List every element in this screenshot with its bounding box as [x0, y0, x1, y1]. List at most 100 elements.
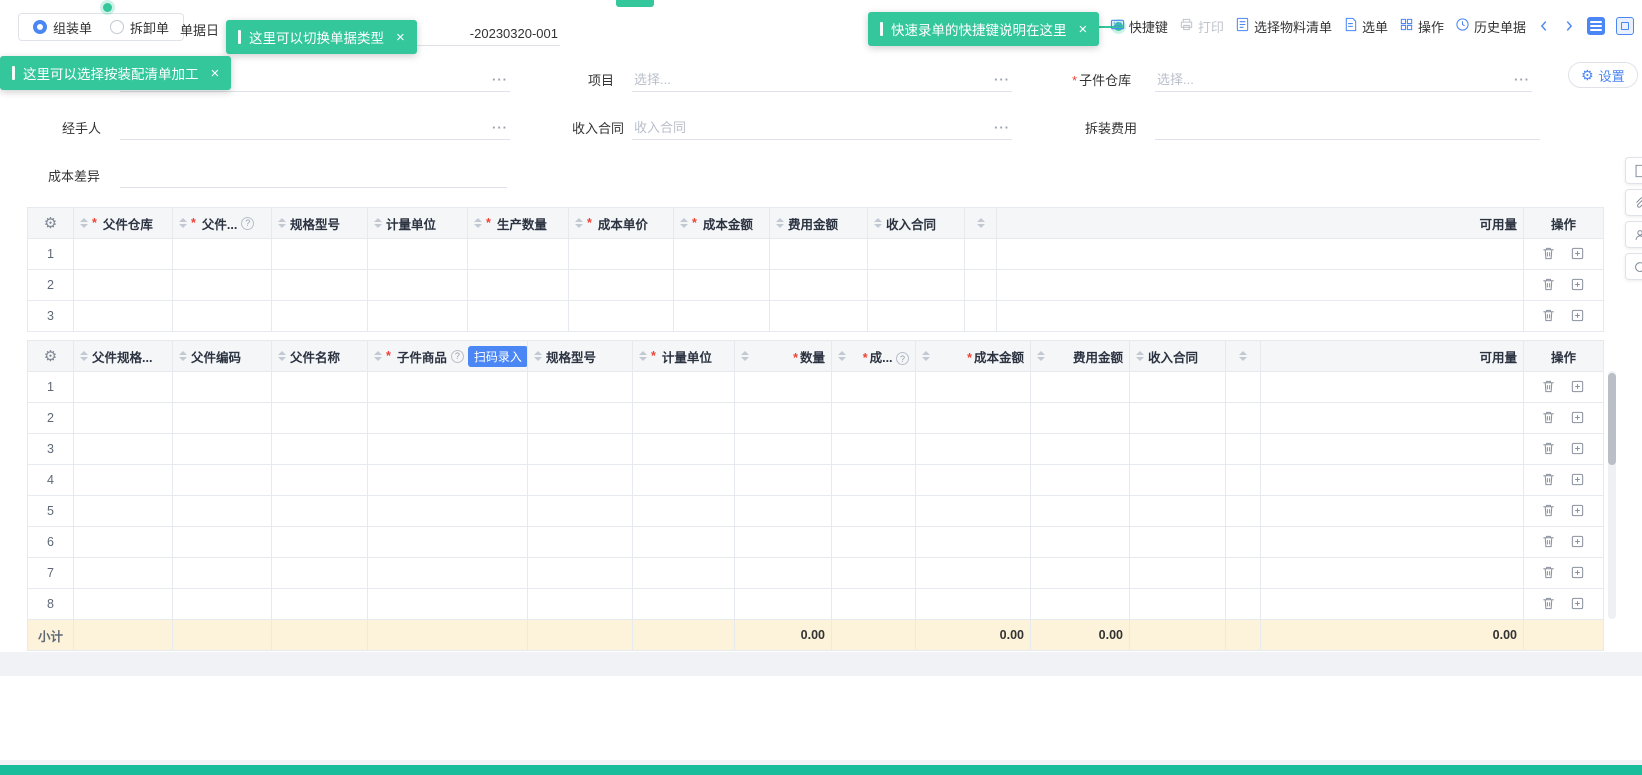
sort-icon[interactable] — [976, 218, 985, 228]
sort-icon[interactable] — [80, 351, 88, 361]
cell[interactable] — [632, 526, 735, 558]
insert-row-icon[interactable] — [1570, 472, 1586, 488]
sort-icon[interactable] — [179, 218, 187, 228]
cell[interactable] — [632, 557, 735, 589]
cell[interactable] — [172, 371, 272, 403]
delete-row-icon[interactable] — [1541, 596, 1557, 612]
cell[interactable] — [734, 495, 832, 527]
cell[interactable] — [527, 526, 633, 558]
child-warehouse-field[interactable] — [1155, 64, 1532, 92]
cell[interactable] — [73, 269, 173, 301]
delete-row-icon[interactable] — [1541, 246, 1557, 262]
more-options-icon[interactable] — [992, 120, 1012, 139]
cell[interactable] — [673, 269, 770, 301]
cell[interactable] — [915, 464, 1031, 496]
cell[interactable] — [467, 238, 569, 270]
cell[interactable] — [271, 495, 368, 527]
list-view-toggle[interactable] — [1587, 17, 1605, 35]
cell[interactable] — [172, 269, 272, 301]
help-icon[interactable] — [241, 216, 255, 230]
cell[interactable] — [1129, 464, 1226, 496]
cell[interactable] — [915, 526, 1031, 558]
scan-entry-badge[interactable]: 扫码录入 — [467, 345, 527, 367]
cell[interactable] — [769, 238, 868, 270]
vertical-scrollbar[interactable] — [1608, 371, 1616, 619]
cell[interactable] — [769, 269, 868, 301]
close-icon[interactable] — [1079, 22, 1088, 37]
cell[interactable] — [367, 238, 468, 270]
insert-row-icon[interactable] — [1570, 379, 1586, 395]
cell[interactable] — [915, 371, 1031, 403]
cell[interactable] — [73, 526, 173, 558]
cell[interactable] — [1129, 371, 1226, 403]
sort-icon[interactable] — [374, 351, 382, 361]
close-icon[interactable] — [396, 30, 405, 45]
insert-row-icon[interactable] — [1570, 277, 1586, 293]
cell[interactable] — [73, 371, 173, 403]
cell[interactable] — [172, 402, 272, 434]
cell[interactable] — [831, 433, 916, 465]
cell[interactable] — [73, 464, 173, 496]
cell[interactable] — [568, 238, 674, 270]
handler-input[interactable] — [120, 116, 490, 139]
cell[interactable] — [867, 300, 965, 332]
assembly-fee-field[interactable] — [1155, 112, 1540, 140]
income-contract-field[interactable] — [632, 112, 1012, 140]
sort-icon[interactable] — [741, 351, 749, 361]
cell[interactable] — [73, 300, 173, 332]
cell[interactable] — [1129, 526, 1226, 558]
sort-icon[interactable] — [474, 218, 482, 228]
cell[interactable] — [527, 495, 633, 527]
cell[interactable] — [271, 238, 368, 270]
cell[interactable] — [1129, 433, 1226, 465]
cell[interactable] — [831, 495, 916, 527]
cell[interactable] — [769, 300, 868, 332]
cell[interactable] — [867, 238, 965, 270]
cell[interactable] — [632, 402, 735, 434]
cell[interactable] — [527, 402, 633, 434]
insert-row-icon[interactable] — [1570, 565, 1586, 581]
cell[interactable] — [867, 269, 965, 301]
scrollbar-thumb[interactable] — [1608, 373, 1616, 465]
sort-icon[interactable] — [776, 218, 784, 228]
cost-diff-field[interactable] — [120, 160, 507, 188]
sort-icon[interactable] — [639, 351, 647, 361]
cell[interactable] — [367, 526, 528, 558]
cell[interactable] — [73, 495, 173, 527]
sort-icon[interactable] — [922, 351, 930, 361]
card-view-toggle[interactable] — [1616, 17, 1634, 35]
cell[interactable] — [673, 238, 770, 270]
cell[interactable] — [527, 588, 633, 620]
cell[interactable] — [1129, 402, 1226, 434]
cell[interactable] — [172, 300, 272, 332]
side-refresh-button[interactable] — [1625, 253, 1642, 280]
cell[interactable] — [734, 371, 832, 403]
cell[interactable] — [831, 371, 916, 403]
cell[interactable] — [73, 238, 173, 270]
sort-icon[interactable] — [374, 218, 382, 228]
cell[interactable] — [467, 269, 569, 301]
cell[interactable] — [1030, 588, 1130, 620]
sort-icon[interactable] — [1136, 351, 1144, 361]
cell[interactable] — [734, 557, 832, 589]
cell[interactable] — [915, 495, 1031, 527]
cell[interactable] — [367, 402, 528, 434]
print-button[interactable]: 打印 — [1179, 17, 1224, 36]
more-options-icon[interactable] — [490, 120, 510, 139]
cell[interactable] — [1030, 495, 1130, 527]
cell[interactable] — [831, 402, 916, 434]
cell[interactable] — [271, 269, 368, 301]
cell[interactable] — [527, 371, 633, 403]
cell[interactable] — [172, 238, 272, 270]
insert-row-icon[interactable] — [1570, 308, 1586, 324]
sort-icon[interactable] — [1239, 351, 1247, 361]
cell[interactable] — [73, 588, 173, 620]
operate-button[interactable]: 操作 — [1399, 17, 1444, 36]
help-icon[interactable] — [896, 352, 909, 365]
cell[interactable] — [271, 371, 368, 403]
project-input[interactable] — [632, 68, 992, 91]
cell[interactable] — [527, 557, 633, 589]
cell[interactable] — [73, 433, 173, 465]
cell[interactable] — [527, 464, 633, 496]
more-options-icon[interactable] — [490, 72, 510, 91]
